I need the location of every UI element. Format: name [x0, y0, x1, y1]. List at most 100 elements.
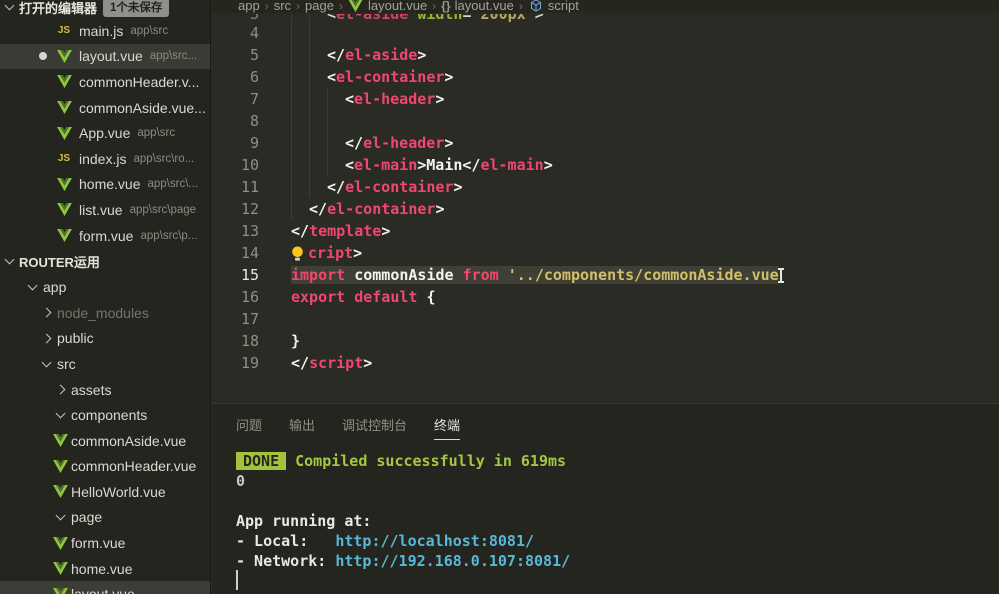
terminal-url-link[interactable]: http://192.168.0.107:: [335, 552, 525, 570]
code-editor[interactable]: app › src › page › layout.vue ›{} layout.vue › scr…: [212, 0, 999, 403]
open-editor-item[interactable]: JS index.js app\src\ro...: [0, 146, 210, 172]
code-line-19[interactable]: 19 </script>: [212, 352, 999, 374]
open-editors-header[interactable]: 打开的编辑器 1个未保存: [0, 0, 210, 18]
open-editor-item[interactable]: JS main.js app\src: [0, 18, 210, 44]
chevron-right-icon: [38, 307, 54, 318]
open-editors-title: 打开的编辑器: [19, 0, 98, 16]
code-line-16[interactable]: 16 export default {: [212, 286, 999, 308]
code-line-14[interactable]: 14 cript>: [212, 242, 999, 264]
terminal-url-link[interactable]: http://localhost:: [335, 532, 489, 550]
panel-tab-输出[interactable]: 输出: [289, 415, 315, 440]
breadcrumb-item-script[interactable]: script: [528, 0, 579, 13]
tree-file-commonHeader.vue[interactable]: commonHeader.vue: [0, 454, 210, 480]
tree-file-form.vue[interactable]: form.vue: [0, 530, 210, 556]
code-text: cript>: [308, 244, 363, 262]
panel-tab-问题[interactable]: 问题: [236, 415, 262, 440]
code-line-5[interactable]: 5 </el-aside>: [212, 44, 999, 66]
panel-tab-终端[interactable]: 终端: [434, 415, 461, 440]
indent-guide: [291, 198, 309, 220]
code-content: <el-aside width="200px">: [291, 14, 544, 22]
breadcrumb-separator: ›: [296, 0, 301, 13]
tree-item-label: assets: [71, 381, 112, 398]
terminal-text: Compiled successfully in 619ms: [295, 452, 567, 470]
code-line-3[interactable]: 3 <el-aside width="200px">: [212, 14, 999, 22]
indent-guide: [291, 176, 309, 198]
code-text: </template>: [291, 222, 391, 240]
open-editor-item[interactable]: list.vue app\src\page: [0, 197, 210, 223]
line-number: 6: [249, 68, 259, 86]
code-content: [291, 110, 345, 132]
code-line-10[interactable]: 10 <el-main>Main</el-main>: [212, 154, 999, 176]
indent-guide: [309, 66, 327, 88]
indent-guide: [309, 154, 327, 176]
tree-folder-page[interactable]: page: [0, 505, 210, 531]
tree-folder-assets[interactable]: assets: [0, 377, 210, 403]
open-editor-item[interactable]: home.vue app\src\...: [0, 172, 210, 198]
lightbulb-icon[interactable]: [291, 246, 304, 261]
code-text: <el-container>: [327, 68, 454, 86]
code-line-12[interactable]: 12 </el-container>: [212, 198, 999, 220]
code-line-11[interactable]: 11 </el-container>: [212, 176, 999, 198]
code-line-4[interactable]: 4: [212, 22, 999, 44]
line-number: 19: [240, 354, 259, 372]
breadcrumb-item-src[interactable]: src: [274, 0, 291, 13]
indent-guide: [327, 110, 345, 132]
code-line-17[interactable]: 17: [212, 308, 999, 330]
tree-file-commonAside.vue[interactable]: commonAside.vue: [0, 428, 210, 454]
tree-folder-app[interactable]: app: [0, 274, 210, 300]
breadcrumb-item-layout.vue[interactable]: layout.vue: [348, 0, 427, 13]
terminal-url-link[interactable]: /: [525, 532, 534, 550]
breadcrumb-item-layout.vue[interactable]: {} layout.vue: [441, 0, 514, 13]
breadcrumb-item-page[interactable]: page: [305, 0, 334, 13]
code-content: </template>: [291, 220, 390, 242]
tree-file-layout.vue[interactable]: layout.vue: [0, 581, 210, 594]
unsaved-count-badge: 1个未保存: [103, 0, 170, 17]
indent-guide: [291, 88, 309, 110]
file-tree: app node_modules public src assets components…: [0, 274, 210, 594]
line-number: 18: [240, 332, 259, 350]
code-line-18[interactable]: 18}: [212, 330, 999, 352]
panel-tab-调试控制台[interactable]: 调试控制台: [342, 415, 407, 440]
breadcrumb-separator: ›: [264, 0, 269, 13]
tree-folder-public[interactable]: public: [0, 326, 210, 352]
tree-folder-node_modules[interactable]: node_modules: [0, 300, 210, 326]
breadcrumb-item-app[interactable]: app: [238, 0, 260, 13]
file-name: main.js: [79, 22, 124, 39]
terminal-url-link[interactable]: /: [561, 552, 570, 570]
code-content: </script>: [291, 352, 372, 374]
open-editor-item[interactable]: App.vue app\src: [0, 120, 210, 146]
open-editor-item[interactable]: form.vue app\src\p...: [0, 223, 210, 249]
code-content: import commonAside from '../components/c…: [291, 264, 784, 286]
tree-file-home.vue[interactable]: home.vue: [0, 556, 210, 582]
code-line-9[interactable]: 9 </el-header>: [212, 132, 999, 154]
terminal-text: 0: [236, 472, 246, 490]
indent-guide: [291, 66, 309, 88]
code-text: <el-main>Main</el-main>: [345, 156, 553, 174]
terminal-text: - Local:: [236, 532, 336, 550]
chevron-down-icon: [4, 254, 15, 265]
open-editor-item[interactable]: commonHeader.v...: [0, 69, 210, 95]
code-line-7[interactable]: 7 <el-header>: [212, 88, 999, 110]
open-editor-item[interactable]: commonAside.vue...: [0, 95, 210, 121]
code-line-6[interactable]: 6 <el-container>: [212, 66, 999, 88]
tree-folder-components[interactable]: components: [0, 402, 210, 428]
module-cube-icon: [528, 0, 544, 12]
vue-file-icon: [52, 536, 68, 550]
tree-file-HelloWorld.vue[interactable]: HelloWorld.vue: [0, 479, 210, 505]
code-line-13[interactable]: 13 </template>: [212, 220, 999, 242]
terminal-url-link[interactable]: 8081: [525, 552, 561, 570]
vue-file-icon: [52, 459, 68, 473]
code-text: export default {: [291, 288, 436, 306]
code-line-15[interactable]: 15 import commonAside from '../components…: [212, 264, 999, 286]
code-line-8[interactable]: 8: [212, 110, 999, 132]
code-content: [291, 22, 327, 44]
explorer-section-header[interactable]: ROUTER运用: [0, 248, 210, 274]
open-editor-item[interactable]: layout.vue app\src...: [0, 43, 210, 70]
breadcrumb-label: src: [273, 0, 292, 13]
line-number: 11: [240, 178, 259, 196]
file-name: form.vue: [79, 227, 134, 244]
indent-guide: [309, 22, 327, 44]
tree-folder-src[interactable]: src: [0, 351, 210, 377]
terminal-url-link[interactable]: 8081: [489, 532, 525, 550]
